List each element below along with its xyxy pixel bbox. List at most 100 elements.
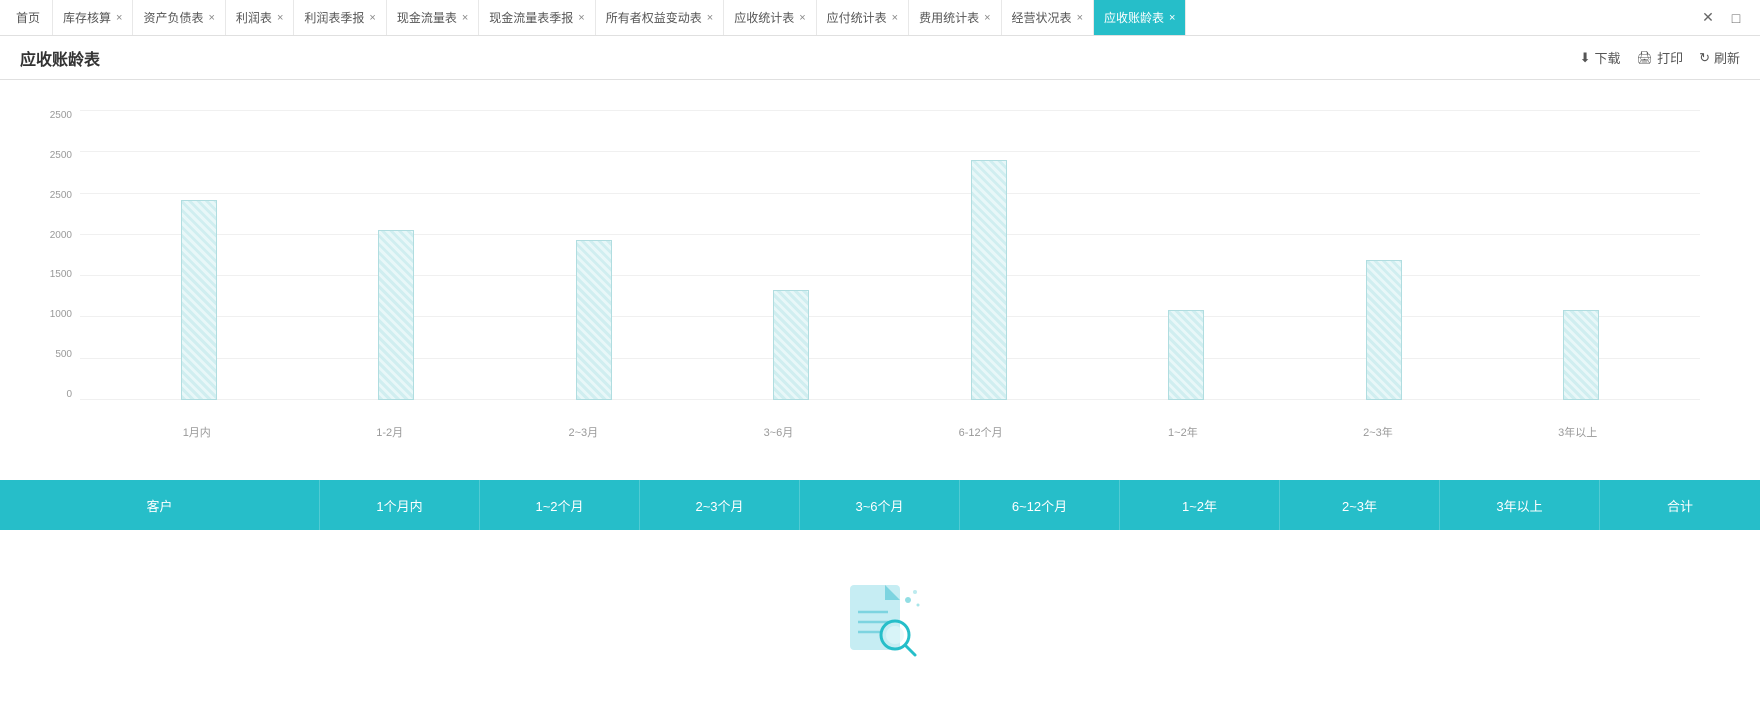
tab-close-icon[interactable]: × [1169,12,1175,24]
tab-label: 费用统计表 [919,9,979,26]
bar [971,160,1007,400]
x-axis-label: 1~2年 [1168,424,1198,440]
chart-inner: 1月内 1-2月 2~3月 3~6月 6-12个月 1~2年 2~3年 3年以上 [80,100,1700,440]
y-axis-label: 2500 [50,150,72,161]
tab-label: 利润表季报 [304,9,364,26]
tab-close-icon[interactable]: × [1077,12,1083,24]
bar-group [378,230,414,400]
download-button[interactable]: ⬇ 下载 [1580,48,1621,67]
tab-item-6[interactable]: 所有者权益变动表 × [596,0,724,36]
x-axis-label: 3年以上 [1558,424,1597,440]
empty-state [0,530,1760,710]
tab-label: 库存核算 [63,9,111,26]
y-axis-label: 500 [55,349,72,360]
table-header-cell-2: 1~2个月 [480,480,640,530]
page-header: 应收账龄表 ⬇ 下载 🖨 打印 ↻ 刷新 [0,36,1760,80]
tab-close-icon[interactable]: × [277,12,283,24]
bar-group [181,200,217,400]
tab-label: 经营状况表 [1012,9,1072,26]
close-window-button[interactable]: ✕ [1696,6,1720,30]
tab-item-9[interactable]: 费用统计表 × [909,0,1001,36]
table-header-cell-3: 2~3个月 [640,480,800,530]
tab-close-icon[interactable]: × [892,12,898,24]
table-header-cell-8: 3年以上 [1440,480,1600,530]
y-axis-label: 1000 [50,309,72,320]
bar [1168,310,1204,400]
table-header-cell-9: 合计 [1600,480,1760,530]
main-content: 2500 2500 2500 2000 1500 1000 500 0 1月内 1-2月 2~3月… [0,80,1760,720]
x-axis-label: 2~3年 [1363,424,1393,440]
tab-item-0[interactable]: 库存核算 × [53,0,133,36]
table-header-cell-5: 6~12个月 [960,480,1120,530]
tabs-container: 库存核算×资产负债表×利润表×利润表季报×现金流量表×现金流量表季报×所有者权益… [53,0,1186,36]
tab-label: 应收统计表 [734,9,794,26]
bar [1366,260,1402,400]
tab-item-8[interactable]: 应付统计表 × [817,0,909,36]
page-title: 应收账龄表 [20,46,100,70]
tab-item-4[interactable]: 现金流量表 × [387,0,479,36]
tab-item-1[interactable]: 资产负债表 × [133,0,225,36]
bar [773,290,809,400]
tab-close-icon[interactable]: × [462,12,468,24]
x-axis-label: 3~6月 [764,424,794,440]
x-axis-label: 1月内 [183,424,211,440]
bar-group [1563,310,1599,400]
bar [181,200,217,400]
print-icon: 🖨 [1637,50,1654,66]
tab-close-icon[interactable]: × [707,12,713,24]
tab-item-5[interactable]: 现金流量表季报 × [479,0,595,36]
tab-item-11[interactable]: 应收账龄表× [1094,0,1186,36]
tab-close-icon[interactable]: × [208,12,214,24]
tab-close-icon[interactable]: × [369,12,375,24]
tab-label: 所有者权益变动表 [606,9,702,26]
tab-item-10[interactable]: 经营状况表 × [1002,0,1094,36]
tab-item-7[interactable]: 应收统计表 × [724,0,816,36]
y-axis: 2500 2500 2500 2000 1500 1000 500 0 [40,110,80,400]
tab-close-icon[interactable]: × [578,12,584,24]
y-axis-label: 2500 [50,110,72,121]
bar-group [1168,310,1204,400]
window-controls: ✕ □ [1696,6,1756,30]
tab-label: 现金流量表季报 [489,9,573,26]
print-button[interactable]: 🖨 打印 [1637,48,1684,67]
bar-group [576,240,612,400]
header-actions: ⬇ 下载 🖨 打印 ↻ 刷新 [1580,48,1740,67]
empty-icon [830,570,930,670]
tab-item-3[interactable]: 利润表季报 × [294,0,386,36]
tab-close-icon[interactable]: × [984,12,990,24]
bar-chart: 2500 2500 2500 2000 1500 1000 500 0 1月内 1-2月 2~3月… [40,100,1700,440]
refresh-icon: ↻ [1699,50,1710,66]
tab-close-icon[interactable]: × [116,12,122,24]
tab-label: 利润表 [236,9,272,26]
tab-label: 现金流量表 [397,9,457,26]
x-axis-label: 6-12个月 [959,424,1003,440]
bar-group [1366,260,1402,400]
x-axis-label: 2~3月 [569,424,599,440]
chart-area: 2500 2500 2500 2000 1500 1000 500 0 1月内 1-2月 2~3月… [0,80,1760,480]
bar [576,240,612,400]
tab-label: 应付统计表 [827,9,887,26]
tab-label: 资产负债表 [143,9,203,26]
bar [378,230,414,400]
y-axis-label: 1500 [50,269,72,280]
table-header-cell-7: 2~3年 [1280,480,1440,530]
x-labels: 1月内 1-2月 2~3月 3~6月 6-12个月 1~2年 2~3年 3年以上 [80,424,1700,440]
y-axis-label: 0 [66,389,72,400]
table-header-cell-6: 1~2年 [1120,480,1280,530]
maximize-window-button[interactable]: □ [1724,6,1748,30]
tab-item-2[interactable]: 利润表 × [226,0,294,36]
tab-bar: 首页 库存核算×资产负债表×利润表×利润表季报×现金流量表×现金流量表季报×所有… [0,0,1760,36]
table-header-cell-1: 1个月内 [320,480,480,530]
bar [1563,310,1599,400]
y-axis-label: 2500 [50,190,72,201]
table-header: 客户1个月内1~2个月2~3个月3~6个月6~12个月1~2年2~3年3年以上合… [0,480,1760,530]
y-axis-label: 2000 [50,230,72,241]
bar-group [971,160,1007,400]
table-header-cell-4: 3~6个月 [800,480,960,530]
x-axis-label: 1-2月 [376,424,403,440]
bars-wrapper [80,110,1700,400]
bar-group [773,290,809,400]
refresh-button[interactable]: ↻ 刷新 [1699,48,1740,67]
tab-close-icon[interactable]: × [799,12,805,24]
tab-home[interactable]: 首页 [4,0,53,36]
